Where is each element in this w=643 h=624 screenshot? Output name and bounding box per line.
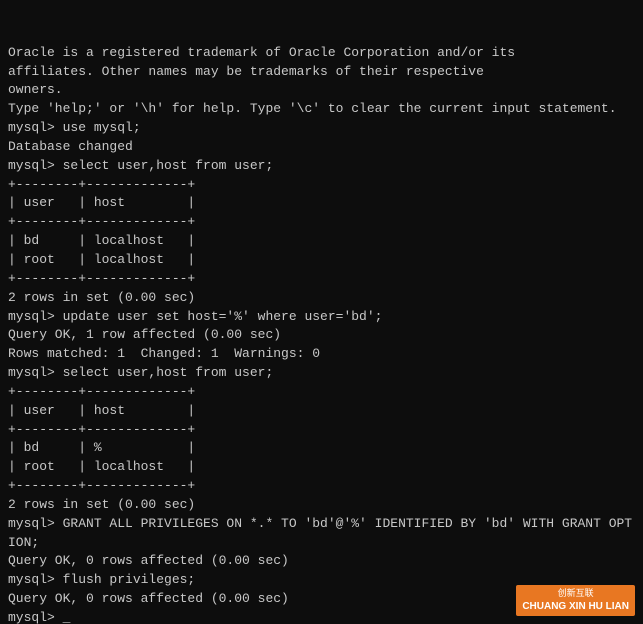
terminal-line: +--------+-------------+ xyxy=(8,270,635,289)
terminal-line: Query OK, 0 rows affected (0.00 sec) xyxy=(8,552,635,571)
terminal-line: 2 rows in set (0.00 sec) xyxy=(8,496,635,515)
watermark-line1: 创新互联 xyxy=(522,588,629,600)
terminal-line: Type 'help;' or '\h' for help. Type '\c'… xyxy=(8,100,635,119)
terminal-line: +--------+-------------+ xyxy=(8,213,635,232)
terminal-line: +--------+-------------+ xyxy=(8,383,635,402)
watermark-line2: CHUANG XIN HU LIAN xyxy=(522,600,629,613)
terminal-line: owners. xyxy=(8,81,635,100)
terminal-line: Rows matched: 1 Changed: 1 Warnings: 0 xyxy=(8,345,635,364)
terminal-window[interactable]: Oracle is a registered trademark of Orac… xyxy=(0,0,643,624)
watermark: 创新互联 CHUANG XIN HU LIAN xyxy=(516,585,635,616)
terminal-output: Oracle is a registered trademark of Orac… xyxy=(8,6,635,624)
terminal-line: | user | host | xyxy=(8,194,635,213)
terminal-line: | user | host | xyxy=(8,402,635,421)
terminal-line: | bd | % | xyxy=(8,439,635,458)
terminal-line: +--------+-------------+ xyxy=(8,176,635,195)
terminal-line: | root | localhost | xyxy=(8,251,635,270)
terminal-line: Query OK, 1 row affected (0.00 sec) xyxy=(8,326,635,345)
terminal-line: | bd | localhost | xyxy=(8,232,635,251)
terminal-line: mysql> select user,host from user; xyxy=(8,364,635,383)
terminal-line: mysql> select user,host from user; xyxy=(8,157,635,176)
terminal-line: | root | localhost | xyxy=(8,458,635,477)
terminal-line: +--------+-------------+ xyxy=(8,477,635,496)
terminal-line: mysql> GRANT ALL PRIVILEGES ON *.* TO 'b… xyxy=(8,515,635,534)
terminal-line: ION; xyxy=(8,534,635,553)
terminal-line: 2 rows in set (0.00 sec) xyxy=(8,289,635,308)
terminal-line: affiliates. Other names may be trademark… xyxy=(8,63,635,82)
terminal-line: mysql> update user set host='%' where us… xyxy=(8,308,635,327)
terminal-line: +--------+-------------+ xyxy=(8,421,635,440)
terminal-line: mysql> use mysql; xyxy=(8,119,635,138)
terminal-line: Database changed xyxy=(8,138,635,157)
terminal-line: Oracle is a registered trademark of Orac… xyxy=(8,44,635,63)
